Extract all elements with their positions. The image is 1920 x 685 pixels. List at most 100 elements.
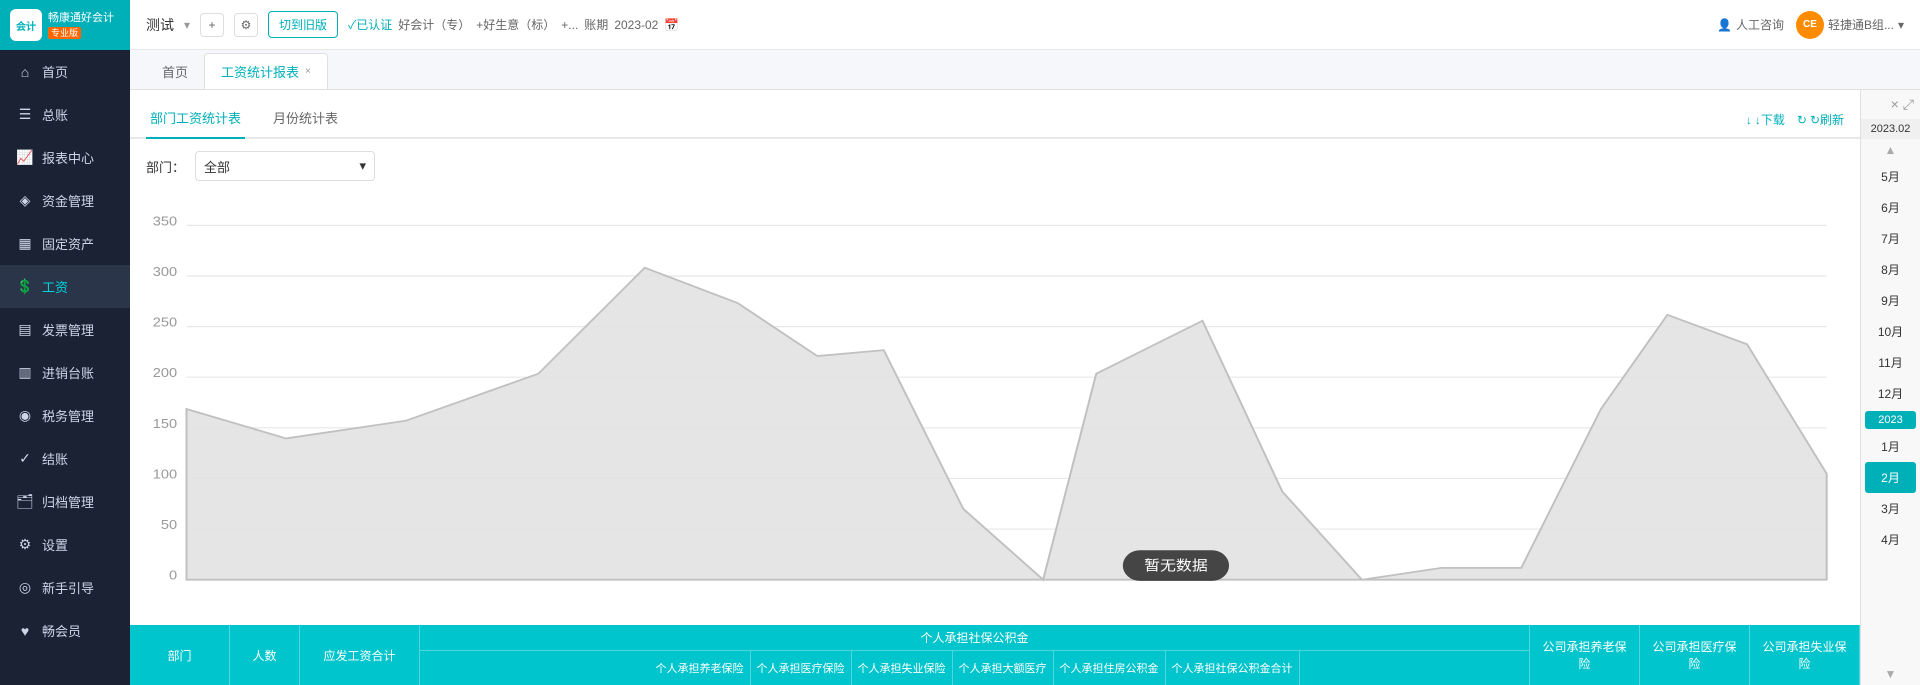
sidebar-item-invoice[interactable]: ▤ 发票管理 xyxy=(0,308,130,351)
avatar: CE xyxy=(1796,11,1824,39)
panel-close-row: × ⤢ xyxy=(1861,90,1920,119)
dropdown-arrow-icon[interactable]: ▾ xyxy=(184,18,190,32)
logo-text: 畅康通好会计 xyxy=(48,11,114,25)
good-business-tag: +好生意（标） xyxy=(476,16,555,33)
logo-icon: 会计 xyxy=(10,9,42,41)
sidebar-item-settings[interactable]: ⚙ 设置 xyxy=(0,523,130,566)
dept-filter-select[interactable]: 全部 ▾ xyxy=(195,151,375,181)
add-button[interactable]: + xyxy=(200,13,224,37)
sidebar-item-vip[interactable]: ♥ 畅会员 xyxy=(0,609,130,652)
svg-text:300: 300 xyxy=(153,265,178,279)
panel-item-nov[interactable]: 11月 xyxy=(1861,347,1920,378)
header-title: 测试 xyxy=(146,15,174,35)
top-header: 测试 ▾ + ⚙ 切到旧版 ✓已认证 好会计（专） +好生意（标） +... 账… xyxy=(130,0,1920,50)
svg-text:350: 350 xyxy=(153,214,178,228)
verified-tag: ✓已认证 xyxy=(348,16,392,33)
col-personal-unemployment: 个人承担失业保险 xyxy=(852,651,953,685)
chart-svg: 0 50 100 150 200 250 300 350 xyxy=(140,203,1840,615)
header-actions: 👤 人工咨询 CE 轻捷通B组... ▾ xyxy=(1717,11,1904,39)
user-menu[interactable]: CE 轻捷通B组... ▾ xyxy=(1796,11,1904,39)
panel-down-arrow[interactable]: ▼ xyxy=(1861,663,1920,685)
panel-item-may[interactable]: 5月 xyxy=(1861,161,1920,192)
col-personal-major-medical: 个人承担大额医疗 xyxy=(953,651,1054,685)
sidebar-nav: ⌂ 首页 ☰ 总账 📈 报表中心 ◈ 资金管理 ▦ 固定资产 💲 工资 ▤ 发票… xyxy=(0,50,130,685)
panel-item-aug[interactable]: 8月 xyxy=(1861,254,1920,285)
svg-text:100: 100 xyxy=(153,467,178,481)
table-header: 部门 人数 应发工资合计 个人承担社保公积金 个人承担养老保险 个人承担医疗保险… xyxy=(130,625,1860,685)
more-tag: +... xyxy=(561,18,578,32)
panel-year-label: 2023.02 xyxy=(1861,119,1920,139)
salary-icon: 💲 xyxy=(16,278,34,295)
panel-year-badge-2023: 2023 xyxy=(1865,411,1916,429)
panel-expand-icon[interactable]: ⤢ xyxy=(1903,96,1914,113)
panel-item-jan[interactable]: 1月 xyxy=(1861,431,1920,462)
sub-tab-dept[interactable]: 部门工资统计表 xyxy=(146,102,245,139)
svg-text:暂无数据: 暂无数据 xyxy=(1144,558,1208,574)
right-panel: × ⤢ 2023.02 ▲ 5月 6月 7月 8月 9月 10月 11月 12月… xyxy=(1860,90,1920,685)
download-icon: ↓ xyxy=(1746,113,1752,127)
settings-header-button[interactable]: ⚙ xyxy=(234,13,258,37)
header-tags: ✓已认证 好会计（专） +好生意（标） +... 账期 2023-02 📅 xyxy=(348,16,1707,33)
switch-old-version-button[interactable]: 切到旧版 xyxy=(268,11,338,38)
app-logo: 会计 畅康通好会计 专业版 xyxy=(0,0,130,50)
sidebar-item-archive[interactable]: 🗂 归档管理 xyxy=(0,480,130,523)
sidebar-item-salary[interactable]: 💲 工资 xyxy=(0,265,130,308)
svg-text:150: 150 xyxy=(153,417,178,431)
refresh-icon: ↻ xyxy=(1797,113,1807,127)
content-main: 部门工资统计表 月份统计表 ↓ ↓下载 ↻ ↻刷新 部门： 全部 xyxy=(130,90,1860,685)
panel-item-jun[interactable]: 6月 xyxy=(1861,192,1920,223)
col-personal-medical: 个人承担医疗保险 xyxy=(751,651,852,685)
assets-icon: ▦ xyxy=(16,235,34,252)
sidebar-item-ledger[interactable]: ☰ 总账 xyxy=(0,93,130,136)
archive-icon: 🗂 xyxy=(16,493,34,510)
refresh-button[interactable]: ↻ ↻刷新 xyxy=(1797,111,1844,128)
sub-tab-monthly[interactable]: 月份统计表 xyxy=(269,102,342,139)
guide-icon: ◎ xyxy=(16,579,34,596)
sidebar-item-assets[interactable]: ▦ 固定资产 xyxy=(0,222,130,265)
home-icon: ⌂ xyxy=(16,64,34,80)
sidebar-item-sales[interactable]: ▥ 进销台账 xyxy=(0,351,130,394)
period-label: 账期 xyxy=(584,16,608,33)
panel-item-oct[interactable]: 10月 xyxy=(1861,316,1920,347)
panel-item-feb[interactable]: 2月 xyxy=(1865,462,1916,493)
col-personal-pension: 个人承担养老保险 xyxy=(650,651,751,685)
col-count: 人数 xyxy=(230,625,300,685)
sidebar-item-reports[interactable]: 📈 报表中心 xyxy=(0,136,130,179)
ai-icon: 👤 xyxy=(1717,18,1732,32)
funds-icon: ◈ xyxy=(16,192,34,209)
sidebar-item-home[interactable]: ⌂ 首页 xyxy=(0,50,130,93)
sidebar: 会计 畅康通好会计 专业版 ⌂ 首页 ☰ 总账 📈 报表中心 ◈ 资金管理 ▦ … xyxy=(0,0,130,685)
panel-item-dec[interactable]: 12月 xyxy=(1861,378,1920,409)
calendar-icon[interactable]: 📅 xyxy=(664,18,679,32)
col-company-pension: 公司承担养老保险 xyxy=(1530,625,1640,685)
vip-icon: ♥ xyxy=(16,623,34,639)
svg-text:50: 50 xyxy=(161,518,178,532)
sidebar-item-guide[interactable]: ◎ 新手引导 xyxy=(0,566,130,609)
dept-filter-label: 部门： xyxy=(146,157,185,176)
sidebar-item-funds[interactable]: ◈ 资金管理 xyxy=(0,179,130,222)
sidebar-item-tax[interactable]: ◉ 税务管理 xyxy=(0,394,130,437)
col-personal-housing-fund: 个人承担住房公积金 xyxy=(1054,651,1166,685)
ai-consult-button[interactable]: 👤 人工咨询 xyxy=(1717,16,1784,33)
panel-close-icon[interactable]: × xyxy=(1891,96,1899,113)
col-personal-total: 个人承担社保公积金合计 xyxy=(1166,651,1300,685)
logo-badge: 专业版 xyxy=(48,27,81,39)
chart-area: 0 50 100 150 200 250 300 350 xyxy=(130,193,1860,625)
svg-text:250: 250 xyxy=(153,315,178,329)
col-total-salary: 应发工资合计 xyxy=(300,625,420,685)
sidebar-item-checkout[interactable]: ✓ 结账 xyxy=(0,437,130,480)
panel-item-mar[interactable]: 3月 xyxy=(1861,493,1920,524)
panel-item-jul[interactable]: 7月 xyxy=(1861,223,1920,254)
panel-item-sep[interactable]: 9月 xyxy=(1861,285,1920,316)
col-company-medical: 公司承担医疗保险 xyxy=(1640,625,1750,685)
panel-item-apr[interactable]: 4月 xyxy=(1861,524,1920,555)
panel-up-arrow[interactable]: ▲ xyxy=(1861,139,1920,161)
account-type-tag: 好会计（专） xyxy=(398,16,470,33)
tab-salary-report[interactable]: 工资统计报表 × xyxy=(204,53,328,89)
ledger-icon: ☰ xyxy=(16,106,34,123)
tab-home[interactable]: 首页 xyxy=(146,54,204,89)
main-area: 测试 ▾ + ⚙ 切到旧版 ✓已认证 好会计（专） +好生意（标） +... 账… xyxy=(130,0,1920,685)
tab-close-icon[interactable]: × xyxy=(305,66,311,77)
tab-bar: 首页 工资统计报表 × xyxy=(130,50,1920,90)
download-button[interactable]: ↓ ↓下载 xyxy=(1746,111,1785,128)
